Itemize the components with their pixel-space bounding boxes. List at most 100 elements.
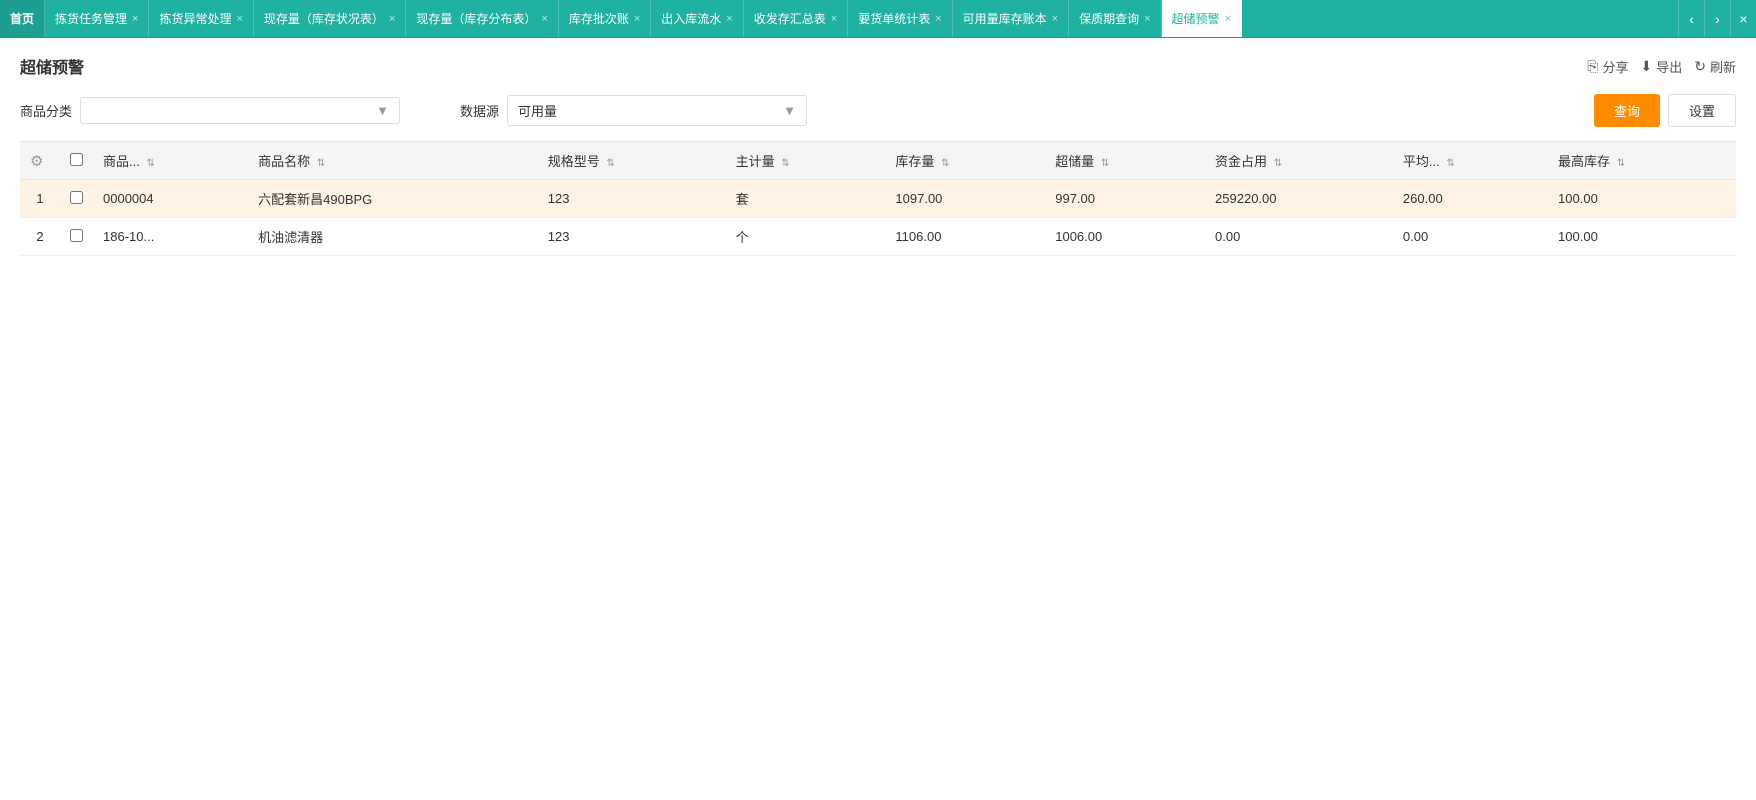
cell-capital: 0.00	[1205, 218, 1393, 256]
close-abnormal[interactable]: ×	[236, 13, 242, 25]
sort-icon-avg: ⇅	[1446, 158, 1454, 169]
close-available[interactable]: ×	[1052, 13, 1058, 25]
cell-unit: 套	[726, 180, 886, 218]
refresh-icon: ↻	[1694, 58, 1706, 75]
nav-item-overstock[interactable]: 超储预警 ×	[1162, 0, 1242, 38]
datasource-filter-value: 可用量	[518, 101, 557, 120]
nav-item-home[interactable]: 首页	[0, 0, 45, 38]
settings-gear-icon[interactable]: ⚙	[30, 153, 43, 170]
th-product-name[interactable]: 商品名称 ⇅	[248, 142, 538, 180]
nav-arrow-right[interactable]: ›	[1704, 0, 1730, 38]
nav-label-overstock: 超储预警	[1172, 10, 1220, 27]
query-button[interactable]: 查询	[1594, 94, 1660, 127]
nav-item-flow[interactable]: 出入库流水 ×	[651, 0, 743, 38]
cell-stock: 1106.00	[885, 218, 1045, 256]
export-label: 导出	[1656, 57, 1682, 76]
cell-over-stock: 1006.00	[1045, 218, 1205, 256]
th-over-stock[interactable]: 超储量 ⇅	[1045, 142, 1205, 180]
cell-product-name: 六配套新昌490BPG	[248, 180, 538, 218]
cell-unit: 个	[726, 218, 886, 256]
nav-item-quality[interactable]: 保质期查询 ×	[1069, 0, 1161, 38]
page-header: 超储预警 ⎘ 分享 ⬇ 导出 ↻ 刷新	[20, 54, 1736, 78]
nav-arrows: ‹ › ×	[1678, 0, 1756, 38]
row-num: 1	[20, 180, 60, 218]
nav-label-task-mgmt: 拣货任务管理	[55, 10, 127, 27]
nav-label-quality: 保质期查询	[1079, 10, 1139, 27]
close-flow[interactable]: ×	[726, 13, 732, 25]
close-task-mgmt[interactable]: ×	[132, 13, 138, 25]
datasource-dropdown-arrow: ▼	[783, 103, 796, 118]
cell-avg: 260.00	[1393, 180, 1548, 218]
refresh-label: 刷新	[1710, 57, 1736, 76]
filter-action-buttons: 查询 设置	[1594, 94, 1736, 127]
nav-item-stock-dist[interactable]: 现存量（库存分布表） ×	[406, 0, 558, 38]
share-label: 分享	[1602, 57, 1628, 76]
th-unit-label: 主计量	[736, 154, 775, 169]
nav-arrow-close[interactable]: ×	[1730, 0, 1756, 38]
datasource-filter-select[interactable]: 可用量 ▼	[507, 95, 807, 126]
row-checkbox[interactable]	[70, 191, 83, 204]
th-avg[interactable]: 平均... ⇅	[1393, 142, 1548, 180]
sort-icon-product-code: ⇅	[146, 158, 154, 169]
nav-label-available: 可用量库存账本	[963, 10, 1047, 27]
table-row: 1 0000004 六配套新昌490BPG 123 套 1097.00 997.…	[20, 180, 1736, 218]
nav-label-home: 首页	[10, 10, 34, 27]
nav-item-task-mgmt[interactable]: 拣货任务管理 ×	[45, 0, 149, 38]
close-batch[interactable]: ×	[634, 13, 640, 25]
th-product-name-label: 商品名称	[258, 154, 310, 169]
th-product-code[interactable]: 商品... ⇅	[93, 142, 248, 180]
nav-label-flow: 出入库流水	[661, 10, 721, 27]
nav-item-stock-status[interactable]: 现存量（库存状况表） ×	[254, 0, 406, 38]
close-collect[interactable]: ×	[831, 13, 837, 25]
category-filter-value	[91, 103, 95, 118]
close-order-stat[interactable]: ×	[935, 13, 941, 25]
settings-button[interactable]: 设置	[1668, 94, 1736, 127]
nav-label-order-stat: 要货单统计表	[858, 10, 930, 27]
close-overstock[interactable]: ×	[1225, 13, 1231, 25]
th-max-stock[interactable]: 最高库存 ⇅	[1548, 142, 1736, 180]
nav-item-batch[interactable]: 库存批次账 ×	[559, 0, 651, 38]
data-table: ⚙ 商品... ⇅ 商品名称 ⇅ 规格型号 ⇅ 主计量	[20, 141, 1736, 256]
header-actions: ⎘ 分享 ⬇ 导出 ↻ 刷新	[1587, 57, 1736, 76]
th-capital[interactable]: 资金占用 ⇅	[1205, 142, 1393, 180]
sort-icon-spec: ⇅	[606, 158, 614, 169]
nav-item-abnormal[interactable]: 拣货异常处理 ×	[149, 0, 253, 38]
page-content: 超储预警 ⎘ 分享 ⬇ 导出 ↻ 刷新 商品分类 ▼ 数据源	[0, 38, 1756, 800]
row-num: 2	[20, 218, 60, 256]
select-all-checkbox[interactable]	[70, 153, 83, 166]
sort-icon-over-stock: ⇅	[1101, 158, 1109, 169]
th-avg-label: 平均...	[1403, 154, 1440, 169]
close-stock-status[interactable]: ×	[389, 13, 395, 25]
cell-capital: 259220.00	[1205, 180, 1393, 218]
cell-spec: 123	[538, 218, 726, 256]
close-stock-dist[interactable]: ×	[541, 13, 547, 25]
th-settings: ⚙	[20, 142, 60, 180]
cell-max-stock: 100.00	[1548, 218, 1736, 256]
nav-item-available[interactable]: 可用量库存账本 ×	[953, 0, 1069, 38]
nav-item-collect[interactable]: 收发存汇总表 ×	[744, 0, 848, 38]
category-filter-group: 商品分类 ▼	[20, 97, 400, 124]
export-action[interactable]: ⬇ 导出	[1641, 57, 1683, 76]
th-spec-label: 规格型号	[548, 154, 600, 169]
th-unit[interactable]: 主计量 ⇅	[726, 142, 886, 180]
share-action[interactable]: ⎘ 分享	[1587, 57, 1628, 76]
row-checkbox[interactable]	[70, 229, 83, 242]
nav-arrow-left[interactable]: ‹	[1678, 0, 1704, 38]
category-filter-select[interactable]: ▼	[80, 97, 400, 124]
sort-icon-max-stock: ⇅	[1617, 158, 1625, 169]
th-stock-label: 库存量	[895, 154, 934, 169]
th-stock[interactable]: 库存量 ⇅	[885, 142, 1045, 180]
th-spec[interactable]: 规格型号 ⇅	[538, 142, 726, 180]
nav-item-order-stat[interactable]: 要货单统计表 ×	[848, 0, 952, 38]
row-checkbox-cell	[60, 180, 93, 218]
row-checkbox-cell	[60, 218, 93, 256]
datasource-filter-label: 数据源	[460, 101, 499, 120]
nav-label-abnormal: 拣货异常处理	[159, 10, 231, 27]
th-max-stock-label: 最高库存	[1558, 154, 1610, 169]
cell-stock: 1097.00	[885, 180, 1045, 218]
filter-bar: 商品分类 ▼ 数据源 可用量 ▼ 查询 设置	[20, 94, 1736, 127]
refresh-action[interactable]: ↻ 刷新	[1694, 57, 1736, 76]
close-quality[interactable]: ×	[1144, 13, 1150, 25]
export-icon: ⬇	[1641, 58, 1653, 75]
sort-icon-product-name: ⇅	[317, 158, 325, 169]
